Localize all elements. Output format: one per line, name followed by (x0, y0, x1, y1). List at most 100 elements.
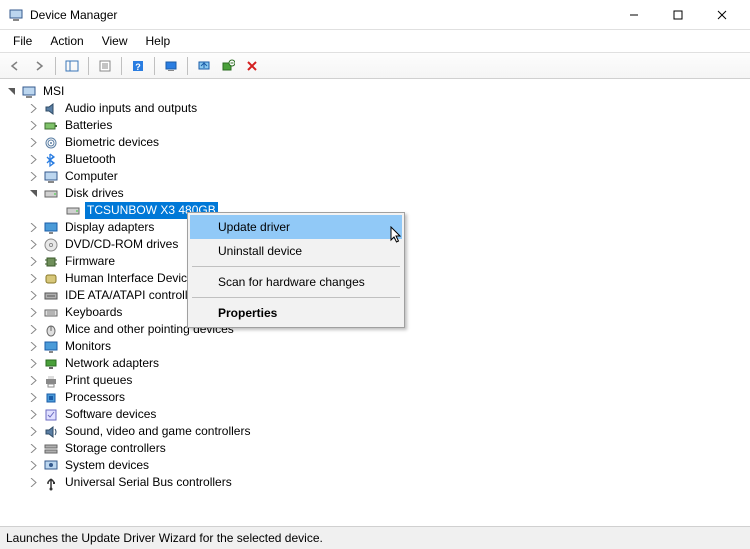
tree-category[interactable]: Sound, video and game controllers (6, 423, 750, 440)
menu-help[interactable]: Help (137, 31, 180, 51)
expand-icon[interactable] (28, 392, 39, 403)
menu-view[interactable]: View (93, 31, 137, 51)
expand-icon[interactable] (28, 409, 39, 420)
tree-category[interactable]: System devices (6, 457, 750, 474)
context-menu-item[interactable]: Update driver (190, 215, 402, 239)
properties-button[interactable] (94, 55, 116, 77)
bluetooth-icon (43, 152, 59, 168)
tree-category-label: Human Interface Devices (63, 270, 202, 287)
context-menu: Update driverUninstall device Scan for ha… (187, 212, 405, 328)
expand-icon[interactable] (28, 256, 39, 267)
forward-button[interactable] (28, 55, 50, 77)
close-button[interactable] (700, 1, 744, 29)
tree-category[interactable]: Processors (6, 389, 750, 406)
drive-icon (65, 203, 81, 219)
network-icon (43, 356, 59, 372)
tree-category-label: Bluetooth (63, 151, 118, 168)
storage-icon (43, 441, 59, 457)
expand-icon[interactable] (28, 273, 39, 284)
context-menu-item[interactable]: Properties (190, 301, 402, 325)
expand-icon[interactable] (28, 341, 39, 352)
chip-icon (43, 254, 59, 270)
context-menu-separator (192, 266, 400, 267)
tree-category[interactable]: Computer (6, 168, 750, 185)
tree-category-label: Firmware (63, 253, 117, 270)
expand-icon[interactable] (28, 477, 39, 488)
speaker-icon (43, 101, 59, 117)
back-button[interactable] (4, 55, 26, 77)
expand-icon[interactable] (28, 103, 39, 114)
disable-button[interactable] (241, 55, 263, 77)
tree-category[interactable]: Biometric devices (6, 134, 750, 151)
tree-category[interactable]: Disk drives (6, 185, 750, 202)
tree-category-label: Batteries (63, 117, 114, 134)
tree-category[interactable]: Universal Serial Bus controllers (6, 474, 750, 491)
expand-icon[interactable] (28, 171, 39, 182)
tree-category[interactable]: Audio inputs and outputs (6, 100, 750, 117)
fingerprint-icon (43, 135, 59, 151)
expand-icon[interactable] (28, 120, 39, 131)
statusbar: Launches the Update Driver Wizard for th… (0, 526, 750, 549)
maximize-button[interactable] (656, 1, 700, 29)
keyboard-icon (43, 305, 59, 321)
display-icon (43, 220, 59, 236)
tree-category-label: Display adapters (63, 219, 156, 236)
expand-icon[interactable] (6, 86, 17, 97)
system-icon (43, 458, 59, 474)
menu-file[interactable]: File (4, 31, 41, 51)
tree-category[interactable]: Storage controllers (6, 440, 750, 457)
expand-icon[interactable] (28, 460, 39, 471)
tree-category[interactable]: Print queues (6, 372, 750, 389)
tree-category-label: Sound, video and game controllers (63, 423, 252, 440)
expand-icon[interactable] (28, 375, 39, 386)
expand-icon[interactable] (28, 137, 39, 148)
tree-category[interactable]: Software devices (6, 406, 750, 423)
expand-icon[interactable] (28, 290, 39, 301)
tree-category-label: DVD/CD-ROM drives (63, 236, 180, 253)
expand-icon[interactable] (28, 307, 39, 318)
tree-root[interactable]: MSI (6, 83, 750, 100)
update-driver-button[interactable] (193, 55, 215, 77)
computer-icon (21, 84, 37, 100)
sound-icon (43, 424, 59, 440)
expand-icon[interactable] (28, 443, 39, 454)
menubar: File Action View Help (0, 30, 750, 53)
expand-icon[interactable] (28, 239, 39, 250)
tree-category[interactable]: Batteries (6, 117, 750, 134)
tree-category-label: IDE ATA/ATAPI controllers (63, 287, 206, 304)
context-menu-item[interactable]: Uninstall device (190, 239, 402, 263)
minimize-button[interactable] (612, 1, 656, 29)
menu-action[interactable]: Action (41, 31, 92, 51)
uninstall-button[interactable] (217, 55, 239, 77)
scan-hardware-button[interactable] (160, 55, 182, 77)
status-text: Launches the Update Driver Wizard for th… (6, 531, 323, 545)
tree-category-label: Processors (63, 389, 127, 406)
tree-category-label: Network adapters (63, 355, 161, 372)
tree-category-label: Monitors (63, 338, 113, 355)
expand-icon[interactable] (28, 222, 39, 233)
show-hide-console-tree-button[interactable] (61, 55, 83, 77)
toolbar-separator (121, 57, 122, 75)
context-menu-item[interactable]: Scan for hardware changes (190, 270, 402, 294)
tree-category[interactable]: Network adapters (6, 355, 750, 372)
tree-category-label: Disk drives (63, 185, 126, 202)
expand-icon[interactable] (28, 154, 39, 165)
tree-category-label: Print queues (63, 372, 134, 389)
expand-icon[interactable] (28, 324, 39, 335)
collapse-icon[interactable] (28, 188, 39, 199)
expand-icon[interactable] (28, 426, 39, 437)
tree-category[interactable]: Monitors (6, 338, 750, 355)
toolbar-separator (154, 57, 155, 75)
expand-icon[interactable] (28, 358, 39, 369)
spacer (50, 205, 61, 216)
printer-icon (43, 373, 59, 389)
ide-icon (43, 288, 59, 304)
tree-category-label: Audio inputs and outputs (63, 100, 199, 117)
tree-category[interactable]: Bluetooth (6, 151, 750, 168)
software-icon (43, 407, 59, 423)
drive-icon (43, 186, 59, 202)
tree-category-label: Storage controllers (63, 440, 168, 457)
help-button[interactable]: ? (127, 55, 149, 77)
computer-icon (43, 169, 59, 185)
usb-icon (43, 475, 59, 491)
